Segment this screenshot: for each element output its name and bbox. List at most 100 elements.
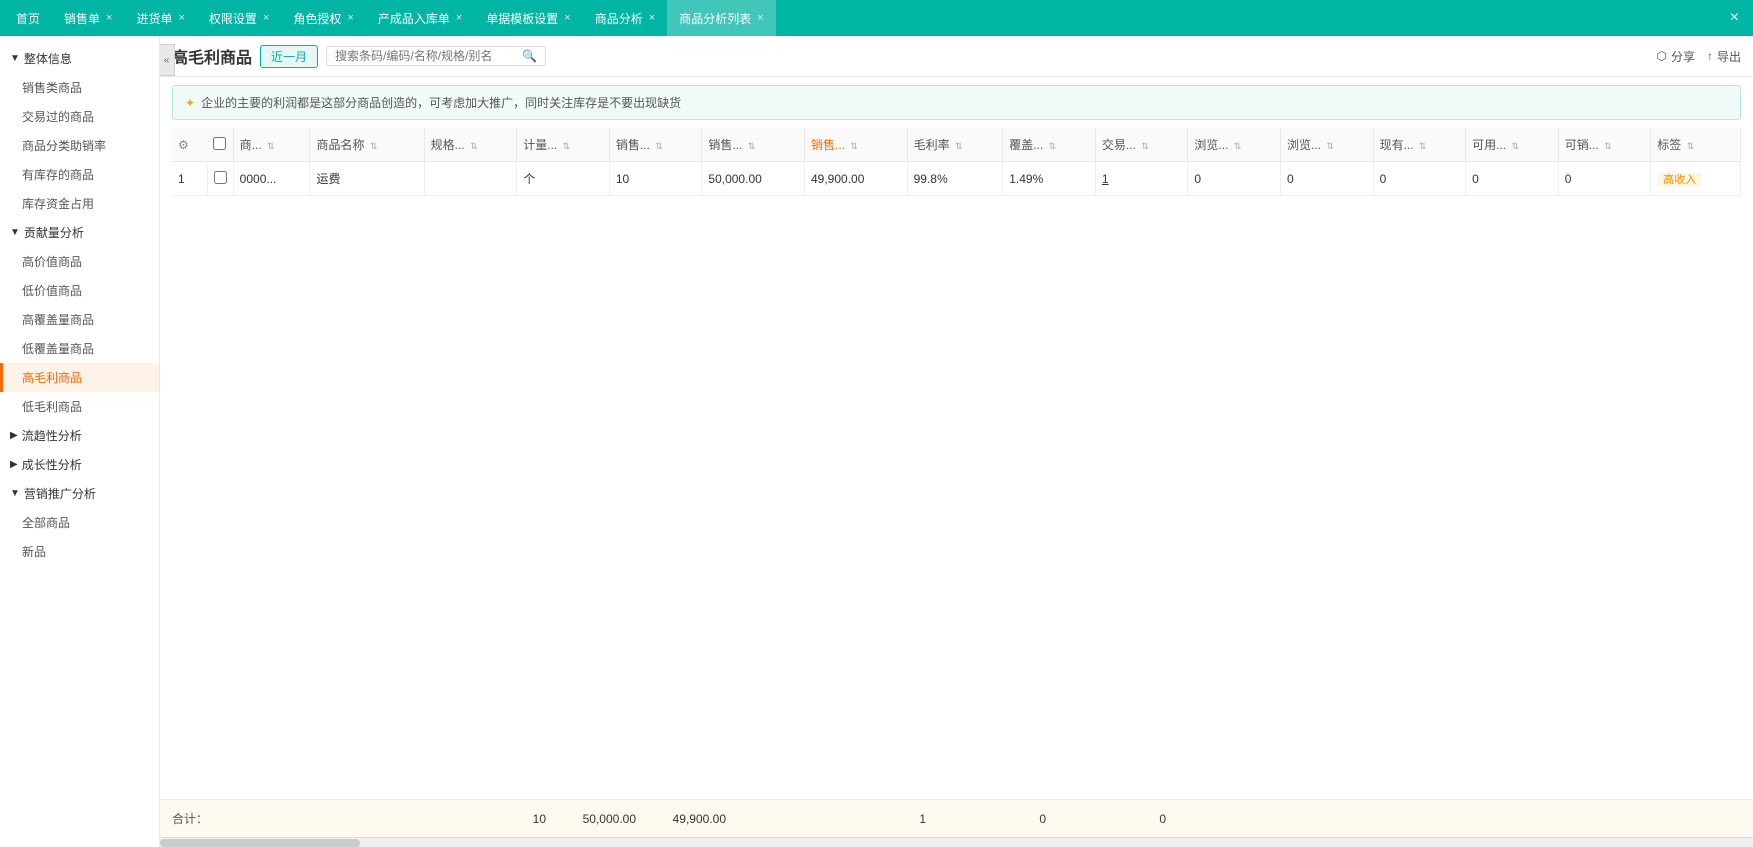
nav-tab-sales[interactable]: 销售单 × <box>52 0 124 36</box>
cell-sales-count: 10 <box>609 162 702 196</box>
sort-icon-sales-count: ⇅ <box>655 141 663 151</box>
nav-tab-permissions-label: 权限设置 <box>209 10 257 27</box>
nav-tab-roles-close[interactable]: × <box>347 12 353 24</box>
sidebar-item-high-value[interactable]: 高价值商品 <box>0 247 159 276</box>
sidebar-group-contribution[interactable]: ▼ 贡献量分析 <box>0 218 159 247</box>
nav-tab-purchase[interactable]: 进货单 × <box>124 0 196 36</box>
sidebar-item-new-goods[interactable]: 新品 <box>0 537 159 566</box>
horizontal-scrollbar[interactable] <box>160 837 1753 847</box>
sidebar-item-low-coverage[interactable]: 低覆盖量商品 <box>0 334 159 363</box>
window-close-button[interactable]: × <box>1720 9 1749 27</box>
sidebar-item-high-margin[interactable]: 高毛利商品 <box>0 363 159 392</box>
col-gear[interactable]: ⚙ <box>172 128 207 162</box>
sidebar-item-in-stock[interactable]: 有库存的商品 <box>0 160 159 189</box>
cell-checkbox[interactable] <box>207 162 233 196</box>
col-sales-profit[interactable]: 销售... ⇅ <box>805 128 908 162</box>
sidebar-item-in-stock-label: 有库存的商品 <box>22 168 94 182</box>
sidebar-collapse-button[interactable]: « <box>160 44 175 76</box>
scroll-thumb[interactable] <box>160 839 360 847</box>
col-sales-amount[interactable]: 销售... ⇅ <box>702 128 805 162</box>
trade-count-link[interactable]: 1 <box>1102 172 1109 186</box>
top-navigation: 首页 销售单 × 进货单 × 权限设置 × 角色授权 × 产成品入库单 × 单据… <box>0 0 1753 36</box>
col-coverage[interactable]: 覆盖... ⇅ <box>1003 128 1096 162</box>
table-row: 1 0000... 运费 个 10 50,000.00 49,900.00 99… <box>172 162 1741 196</box>
nav-tab-permissions-close[interactable]: × <box>263 12 269 24</box>
sidebar-group-trend[interactable]: ▶ 流趋性分析 <box>0 421 159 450</box>
nav-tab-analysis-list-close[interactable]: × <box>757 12 763 24</box>
nav-tab-sales-close[interactable]: × <box>106 12 112 24</box>
col-browse1[interactable]: 浏览... ⇅ <box>1188 128 1281 162</box>
sidebar-item-low-margin[interactable]: 低毛利商品 <box>0 392 159 421</box>
export-icon: ↑ <box>1707 49 1713 63</box>
nav-tab-home[interactable]: 首页 <box>4 0 52 36</box>
nav-tab-inventory-close[interactable]: × <box>456 12 462 24</box>
cell-unit: 个 <box>517 162 610 196</box>
row-checkbox[interactable] <box>214 171 227 184</box>
col-saleable[interactable]: 可销... ⇅ <box>1558 128 1651 162</box>
select-all-checkbox[interactable] <box>213 137 226 150</box>
sidebar-group-overall[interactable]: ▼ 整体信息 <box>0 44 159 73</box>
col-browse2[interactable]: 浏览... ⇅ <box>1280 128 1373 162</box>
col-tag[interactable]: 标签 ⇅ <box>1651 128 1741 162</box>
sidebar-group-overall-arrow: ▼ <box>10 53 20 64</box>
sidebar-group-trend-arrow: ▶ <box>10 430 18 441</box>
cell-sales-amount: 50,000.00 <box>702 162 805 196</box>
sidebar-group-marketing-arrow: ▼ <box>10 488 20 499</box>
sidebar-item-low-coverage-label: 低覆盖量商品 <box>22 342 94 356</box>
nav-tab-sales-label: 销售单 <box>64 10 100 27</box>
nav-tab-roles[interactable]: 角色授权 × <box>281 0 365 36</box>
sidebar-item-category-rate-label: 商品分类助销率 <box>22 139 106 153</box>
nav-tab-permissions[interactable]: 权限设置 × <box>197 0 281 36</box>
sidebar-item-low-value[interactable]: 低价值商品 <box>0 276 159 305</box>
sidebar-item-category-rate[interactable]: 商品分类助销率 <box>0 131 159 160</box>
search-icon[interactable]: 🔍 <box>522 49 537 63</box>
nav-tab-template[interactable]: 单据模板设置 × <box>474 0 582 36</box>
sidebar-item-high-coverage[interactable]: 高覆盖量商品 <box>0 305 159 334</box>
sidebar: ▼ 整体信息 销售类商品 交易过的商品 商品分类助销率 有库存的商品 库存资金占… <box>0 36 160 847</box>
page-title: 高毛利商品 <box>172 44 252 68</box>
sidebar-group-growth[interactable]: ▶ 成长性分析 <box>0 450 159 479</box>
nav-tab-purchase-close[interactable]: × <box>178 12 184 24</box>
nav-tab-analysis-list[interactable]: 商品分析列表 × <box>667 0 775 36</box>
cell-name[interactable]: 运费 <box>310 162 424 196</box>
export-button[interactable]: ↑ 导出 <box>1707 48 1741 65</box>
info-banner: ✦ 企业的主要的利润都是这部分商品创造的，可考虑加大推广，同时关注库存是不要出现… <box>172 85 1741 120</box>
cell-browse1: 0 <box>1188 162 1281 196</box>
sidebar-item-stock-fund-label: 库存资金占用 <box>22 197 94 211</box>
footer-browse2: 0 <box>992 812 1052 826</box>
search-input[interactable] <box>335 49 522 63</box>
nav-tab-inventory[interactable]: 产成品入库单 × <box>366 0 474 36</box>
sidebar-group-marketing[interactable]: ▼ 营销推广分析 <box>0 479 159 508</box>
sort-icon-name: ⇅ <box>370 141 378 151</box>
share-label: 分享 <box>1671 48 1695 65</box>
col-sales-count[interactable]: 销售... ⇅ <box>609 128 702 162</box>
col-checkbox[interactable] <box>207 128 233 162</box>
col-unit[interactable]: 计量... ⇅ <box>517 128 610 162</box>
time-filter-button[interactable]: 近一月 <box>260 45 318 68</box>
col-trade-count[interactable]: 交易... ⇅ <box>1095 128 1188 162</box>
footer-cells: 10 50,000.00 49,900.00 1 0 0 <box>292 812 1741 826</box>
col-current-stock[interactable]: 现有... ⇅ <box>1373 128 1466 162</box>
nav-tab-roles-label: 角色授权 <box>293 10 341 27</box>
nav-tab-analysis[interactable]: 商品分析 × <box>583 0 667 36</box>
nav-tab-analysis-close[interactable]: × <box>649 12 655 24</box>
cell-browse2: 0 <box>1280 162 1373 196</box>
share-button[interactable]: ⬡ 分享 <box>1656 48 1695 65</box>
col-name[interactable]: 商品名称 ⇅ <box>310 128 424 162</box>
cell-code[interactable]: 0000... <box>233 162 310 196</box>
col-margin-rate[interactable]: 毛利率 ⇅ <box>907 128 1003 162</box>
sidebar-item-all-goods[interactable]: 全部商品 <box>0 508 159 537</box>
col-available[interactable]: 可用... ⇅ <box>1466 128 1559 162</box>
sidebar-item-stock-fund[interactable]: 库存资金占用 <box>0 189 159 218</box>
sidebar-item-traded-goods-label: 交易过的商品 <box>22 110 94 124</box>
nav-tab-template-close[interactable]: × <box>564 12 570 24</box>
content-area: « 高毛利商品 近一月 🔍 ⬡ 分享 ↑ 导出 ✦ 企 <box>160 36 1753 847</box>
col-spec[interactable]: 规格... ⇅ <box>424 128 517 162</box>
gear-icon: ⚙ <box>178 138 189 152</box>
sidebar-group-contribution-label: 贡献量分析 <box>24 224 84 241</box>
col-code[interactable]: 商... ⇅ <box>233 128 310 162</box>
sidebar-item-sales-goods[interactable]: 销售类商品 <box>0 73 159 102</box>
sort-icon-tag: ⇅ <box>1687 141 1695 151</box>
sidebar-item-traded-goods[interactable]: 交易过的商品 <box>0 102 159 131</box>
footer-bar: 合计： 10 50,000.00 49,900.00 1 0 0 <box>160 799 1753 837</box>
